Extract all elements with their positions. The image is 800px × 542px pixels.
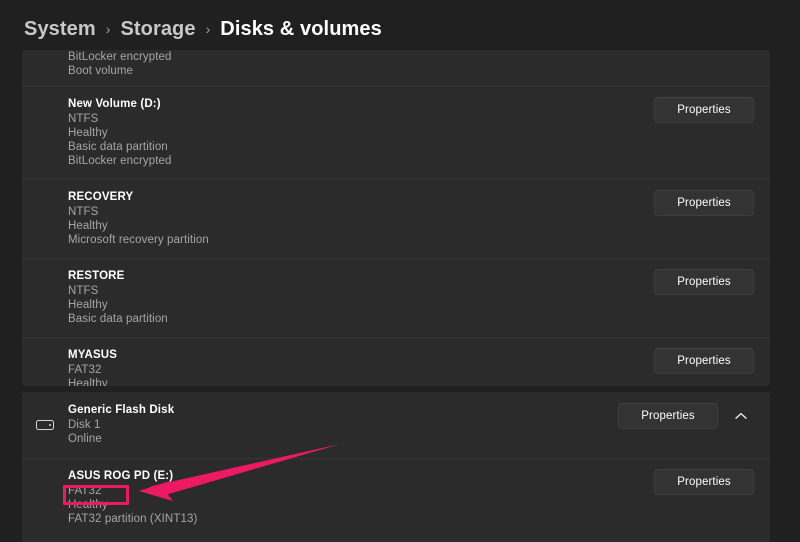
collapse-disk-button[interactable] <box>728 403 754 429</box>
row-actions: Properties <box>654 87 754 123</box>
breadcrumb-item-system[interactable]: System <box>24 18 96 41</box>
disk-card-internal: BitLocker encrypted Boot volume New Volu… <box>22 50 770 386</box>
volume-detail-line: Healthy <box>68 126 654 140</box>
disks-scroll-area[interactable]: BitLocker encrypted Boot volume New Volu… <box>0 46 800 542</box>
chevron-right-icon: › <box>206 21 211 38</box>
row-actions: Properties <box>654 180 754 216</box>
volume-detail-line: NTFS <box>68 284 654 298</box>
volume-detail-line: BitLocker encrypted <box>68 154 654 168</box>
volume-row-new-volume-d[interactable]: New Volume (D:) NTFS Healthy Basic data … <box>22 86 770 179</box>
volume-row-recovery[interactable]: RECOVERY NTFS Healthy Microsoft recovery… <box>22 179 770 258</box>
volume-detail-line: NTFS <box>68 112 654 126</box>
chevron-up-icon <box>735 412 747 420</box>
volume-details: BitLocker encrypted Boot volume <box>68 50 754 86</box>
breadcrumb: System › Storage › Disks & volumes <box>24 14 382 44</box>
disk-detail-line: Disk 1 <box>68 418 618 432</box>
volume-detail-line: Microsoft recovery partition <box>68 233 654 247</box>
volume-title: New Volume (D:) <box>68 97 654 112</box>
row-actions: Properties <box>618 392 754 429</box>
volume-row-asus-rog-pd-e[interactable]: ASUS ROG PD (E:) FAT32 Healthy FAT32 par… <box>22 458 770 537</box>
volume-details: MYASUS FAT32 Healthy Microsoft recovery … <box>68 338 654 386</box>
disk-detail-line: Online <box>68 432 618 446</box>
volume-detail-line: Healthy <box>68 219 654 233</box>
properties-button[interactable]: Properties <box>654 469 754 495</box>
volume-title: MYASUS <box>68 348 654 363</box>
drive-icon <box>22 392 68 458</box>
chevron-right-icon: › <box>106 21 111 38</box>
properties-button[interactable]: Properties <box>618 403 718 429</box>
volume-row-restore[interactable]: RESTORE NTFS Healthy Basic data partitio… <box>22 258 770 337</box>
disk-header-row[interactable]: Generic Flash Disk Disk 1 Online Propert… <box>22 392 770 458</box>
volume-title: RECOVERY <box>68 190 654 205</box>
volume-detail-line: FAT32 <box>68 484 654 498</box>
volume-row-partial[interactable]: BitLocker encrypted Boot volume <box>22 50 770 86</box>
volume-detail-line: NTFS <box>68 205 654 219</box>
volume-details: RESTORE NTFS Healthy Basic data partitio… <box>68 259 654 337</box>
settings-page: System › Storage › Disks & volumes BitLo… <box>0 0 800 542</box>
volume-detail-line: Boot volume <box>68 64 754 78</box>
properties-button[interactable]: Properties <box>654 269 754 295</box>
disk-details: Generic Flash Disk Disk 1 Online <box>68 392 618 458</box>
volume-detail-line: FAT32 <box>68 363 654 377</box>
volume-detail-line: Basic data partition <box>68 140 654 154</box>
row-actions: Properties <box>654 459 754 495</box>
disk-card-generic-flash-disk: Generic Flash Disk Disk 1 Online Propert… <box>22 392 770 542</box>
volume-details: RECOVERY NTFS Healthy Microsoft recovery… <box>68 180 654 258</box>
volume-title: ASUS ROG PD (E:) <box>68 469 654 484</box>
properties-button[interactable]: Properties <box>654 348 754 374</box>
volume-detail-line: Healthy <box>68 298 654 312</box>
volume-title: RESTORE <box>68 269 654 284</box>
volume-details: New Volume (D:) NTFS Healthy Basic data … <box>68 87 654 179</box>
volume-detail-line: Healthy <box>68 377 654 386</box>
volume-detail-line: BitLocker encrypted <box>68 50 754 64</box>
properties-button[interactable]: Properties <box>654 97 754 123</box>
breadcrumb-item-storage[interactable]: Storage <box>120 18 195 41</box>
page-title: Disks & volumes <box>220 18 382 41</box>
volume-details: ASUS ROG PD (E:) FAT32 Healthy FAT32 par… <box>68 459 654 537</box>
volume-row-myasus[interactable]: MYASUS FAT32 Healthy Microsoft recovery … <box>22 337 770 386</box>
row-actions: Properties <box>654 338 754 374</box>
volume-health-status: Healthy <box>68 498 654 512</box>
volume-detail-line: FAT32 partition (XINT13) <box>68 512 654 526</box>
properties-button[interactable]: Properties <box>654 190 754 216</box>
volume-detail-line: Basic data partition <box>68 312 654 326</box>
disk-title: Generic Flash Disk <box>68 403 618 418</box>
row-actions: Properties <box>654 259 754 295</box>
